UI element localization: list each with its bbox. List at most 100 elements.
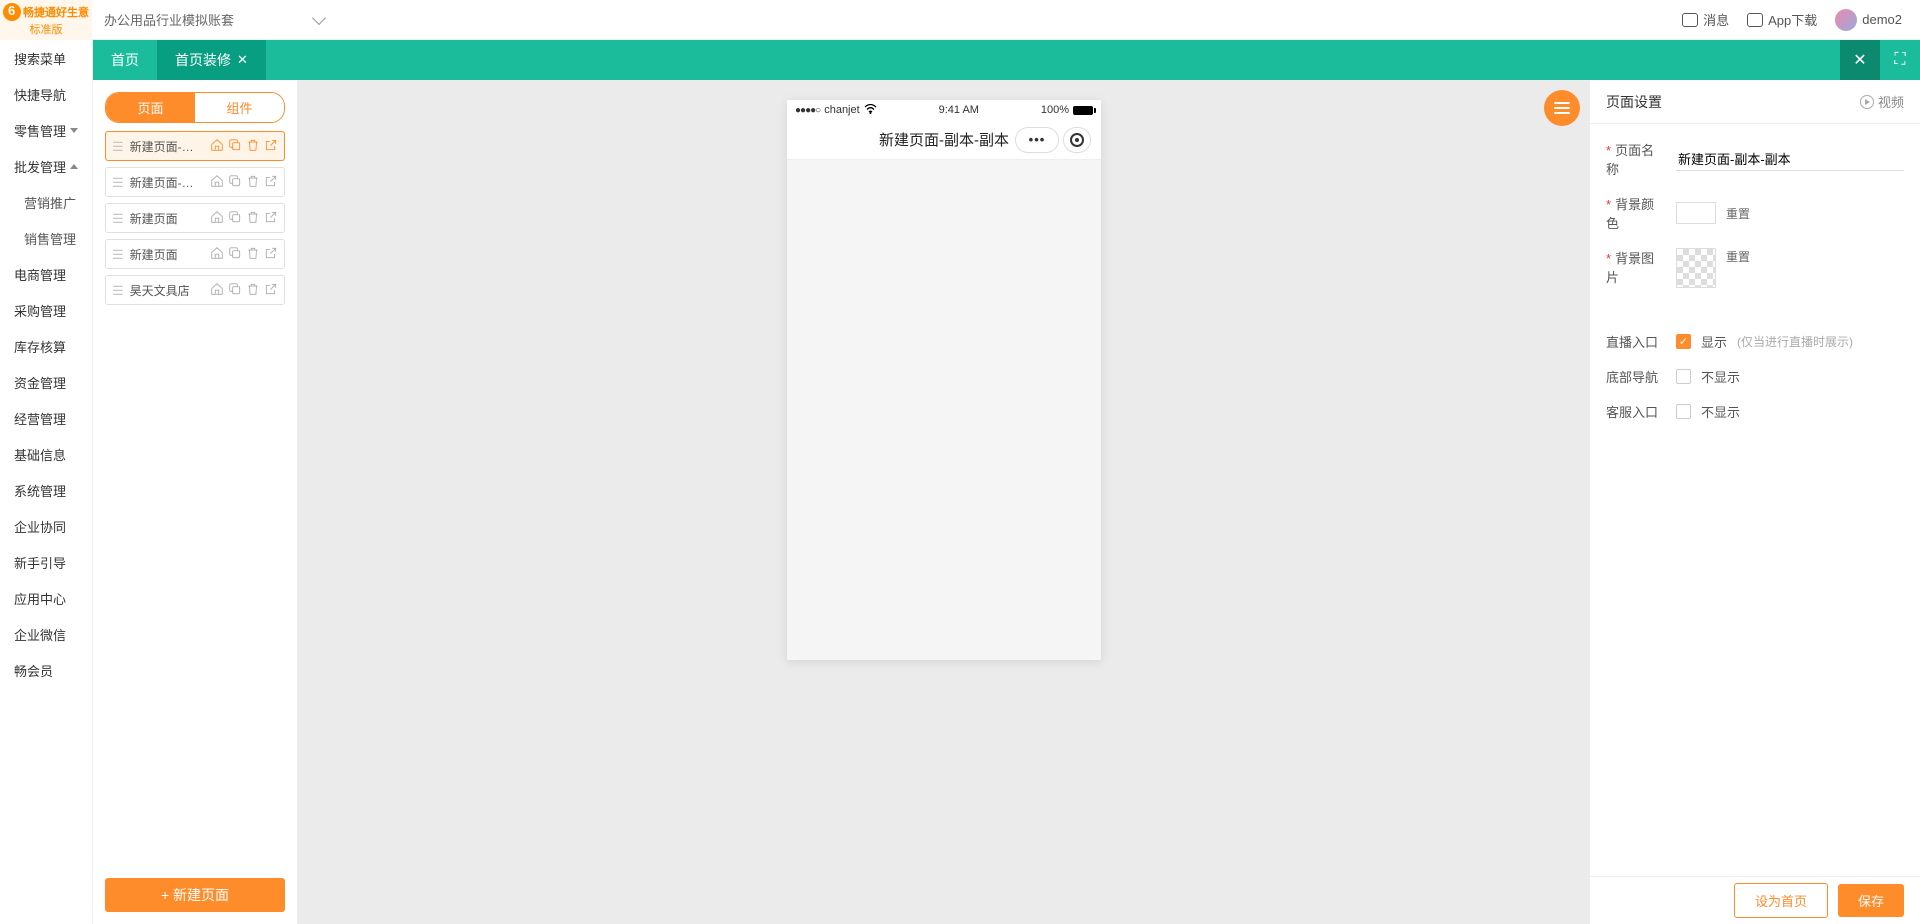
account-selector[interactable]: 办公用品行业模拟账套 <box>104 10 324 29</box>
app-download-button[interactable]: App下载 <box>1747 10 1817 29</box>
caret-down-icon <box>70 128 78 133</box>
phone-body[interactable] <box>787 160 1101 660</box>
drag-handle-icon[interactable]: ☰ <box>112 212 124 225</box>
logo-icon <box>3 3 21 21</box>
miniprogram-close[interactable] <box>1063 127 1091 153</box>
page-list-item[interactable]: ☰ 新建页面-副本-... <box>105 131 285 161</box>
home-icon[interactable] <box>210 174 224 191</box>
phone-time: 9:41 AM <box>939 104 979 116</box>
sidebar-item-inventory[interactable]: 库存核算 <box>0 328 92 364</box>
tab-homepage-decorate[interactable]: 首页装修 ✕ <box>157 40 266 80</box>
phone-icon <box>1747 13 1763 27</box>
sidebar-item-collab[interactable]: 企业协同 <box>0 508 92 544</box>
signal-icon: ●●●●○ <box>795 105 820 116</box>
drag-handle-icon[interactable]: ☰ <box>112 176 124 189</box>
home-icon[interactable] <box>210 246 224 263</box>
page-item-name: 新建页面-副本-... <box>130 138 204 155</box>
delete-icon[interactable] <box>246 246 260 263</box>
delete-icon[interactable] <box>246 282 260 299</box>
sidebar-item-finance[interactable]: 资金管理 <box>0 364 92 400</box>
delete-icon[interactable] <box>246 210 260 227</box>
bg-image-swatch[interactable] <box>1676 248 1716 288</box>
sidebar-item-ecommerce[interactable]: 电商管理 <box>0 256 92 292</box>
page-list-item[interactable]: ☰ 新建页面-副本 <box>105 167 285 197</box>
live-entry-hint: (仅当进行直播时展示) <box>1737 333 1853 350</box>
external-link-icon[interactable] <box>264 210 278 227</box>
page-item-name: 新建页面-副本 <box>130 174 204 191</box>
video-label: 视频 <box>1878 92 1904 111</box>
sidebar-item-system[interactable]: 系统管理 <box>0 472 92 508</box>
segment-page[interactable]: 页面 <box>106 93 195 122</box>
bg-color-swatch[interactable] <box>1676 202 1716 224</box>
segment-component[interactable]: 组件 <box>195 93 284 122</box>
copy-icon[interactable] <box>228 138 242 155</box>
battery-icon <box>1073 106 1093 115</box>
sidebar-item-search[interactable]: 搜索菜单 <box>0 40 92 76</box>
fullscreen-button[interactable]: ⛶ <box>1880 40 1920 80</box>
live-entry-checkbox[interactable]: ✓ <box>1676 334 1691 349</box>
sidebar-item-purchase[interactable]: 采购管理 <box>0 292 92 328</box>
avatar <box>1835 9 1857 31</box>
sidebar-item-member[interactable]: 畅会员 <box>0 652 92 688</box>
bg-image-reset[interactable]: 重置 <box>1726 248 1750 265</box>
save-button[interactable]: 保存 <box>1838 884 1904 917</box>
drag-handle-icon[interactable]: ☰ <box>112 140 124 153</box>
sidebar-subitem-marketing[interactable]: 营销推广 <box>0 184 92 220</box>
username-label: demo2 <box>1862 12 1902 27</box>
collapse-panel-button[interactable] <box>1544 90 1580 126</box>
page-name-input[interactable] <box>1676 147 1904 171</box>
sidebar-item-basic[interactable]: 基础信息 <box>0 436 92 472</box>
sidebar-item-wechat[interactable]: 企业微信 <box>0 616 92 652</box>
page-list-item[interactable]: ☰新建页面 <box>105 203 285 233</box>
tabbar: 首页 首页装修 ✕ ✕ ⛶ <box>93 40 1920 80</box>
page-list: ☰新建页面-副本-...☰新建页面-副本☰新建页面☰新建页面☰昊天文具店 <box>105 131 285 870</box>
caret-up-icon <box>70 164 78 169</box>
set-home-button[interactable]: 设为首页 <box>1734 883 1828 918</box>
video-help-button[interactable]: 视频 <box>1860 92 1904 111</box>
user-menu[interactable]: demo2 <box>1835 9 1902 31</box>
new-page-button[interactable]: + 新建页面 <box>105 878 285 912</box>
sidebar-subitem-sales[interactable]: 销售管理 <box>0 220 92 256</box>
sidebar-item-guide[interactable]: 新手引导 <box>0 544 92 580</box>
home-icon[interactable] <box>210 282 224 299</box>
copy-icon[interactable] <box>228 174 242 191</box>
service-entry-checkbox[interactable] <box>1676 404 1691 419</box>
messages-button[interactable]: 消息 <box>1682 10 1729 29</box>
bg-color-reset[interactable]: 重置 <box>1726 205 1750 222</box>
logo[interactable]: 畅捷通好生意 标准版 <box>0 0 92 40</box>
sidebar-item-appcenter[interactable]: 应用中心 <box>0 580 92 616</box>
bottom-nav-checkbox[interactable] <box>1676 369 1691 384</box>
right-panel-title: 页面设置 <box>1606 92 1662 112</box>
copy-icon[interactable] <box>228 282 242 299</box>
delete-icon[interactable] <box>246 138 260 155</box>
bottom-nav-row: 底部导航 不显示 <box>1606 367 1904 386</box>
sidebar-item-quicknav[interactable]: 快捷导航 <box>0 76 92 112</box>
sidebar-item-business[interactable]: 经营管理 <box>0 400 92 436</box>
topbar-right: 消息 App下载 demo2 <box>1682 9 1920 31</box>
miniprogram-capsule[interactable]: ••• <box>1015 127 1059 153</box>
drag-handle-icon[interactable]: ☰ <box>112 284 124 297</box>
tabbar-close-button[interactable]: ✕ <box>1840 40 1880 80</box>
external-link-icon[interactable] <box>264 138 278 155</box>
sidebar-item-wholesale[interactable]: 批发管理 <box>0 148 92 184</box>
phone-statusbar: ●●●●○ chanjet 9:41 AM 100% <box>787 100 1101 120</box>
copy-icon[interactable] <box>228 246 242 263</box>
page-item-name: 昊天文具店 <box>130 282 204 299</box>
external-link-icon[interactable] <box>264 246 278 263</box>
delete-icon[interactable] <box>246 174 260 191</box>
drag-handle-icon[interactable]: ☰ <box>112 248 124 261</box>
external-link-icon[interactable] <box>264 282 278 299</box>
sidebar-item-retail[interactable]: 零售管理 <box>0 112 92 148</box>
service-entry-checkbox-label: 不显示 <box>1701 402 1740 421</box>
page-list-item[interactable]: ☰新建页面 <box>105 239 285 269</box>
left-panel: 页面 组件 ☰新建页面-副本-...☰新建页面-副本☰新建页面☰新建页面☰昊天文… <box>93 80 298 924</box>
external-link-icon[interactable] <box>264 174 278 191</box>
tab-home[interactable]: 首页 <box>93 40 157 80</box>
copy-icon[interactable] <box>228 210 242 227</box>
service-entry-row: 客服入口 不显示 <box>1606 402 1904 421</box>
phone-page-title: 新建页面-副本-副本 <box>879 129 1009 150</box>
page-list-item[interactable]: ☰ 昊天文具店 <box>105 275 285 305</box>
close-icon[interactable]: ✕ <box>237 52 248 68</box>
home-icon[interactable] <box>210 138 224 155</box>
home-icon[interactable] <box>210 210 224 227</box>
